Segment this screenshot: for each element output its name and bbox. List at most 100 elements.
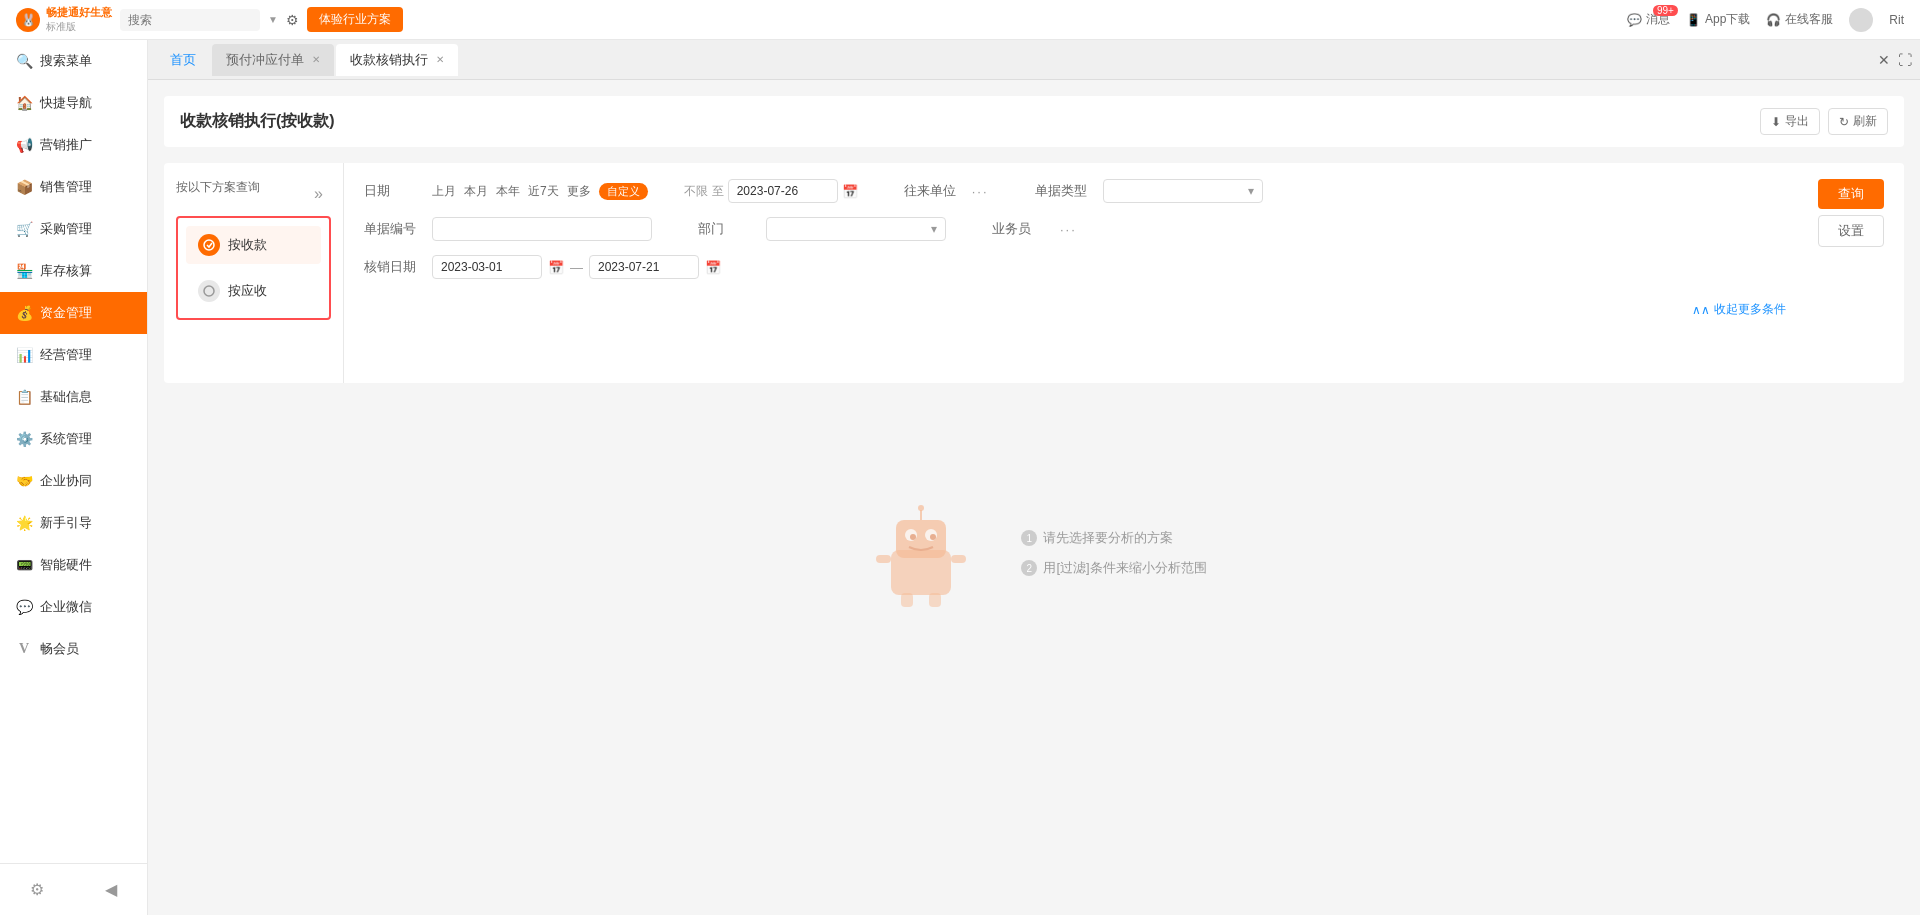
svg-point-6: [910, 534, 916, 540]
brand-name: 畅捷通好生意: [46, 5, 112, 20]
page-header: 收款核销执行(按收款) ⬇ 导出 ↻ 刷新: [164, 96, 1904, 147]
sidebar-item-operations[interactable]: 📊 经营管理: [0, 334, 147, 376]
sidebar-item-hardware[interactable]: 📟 智能硬件: [0, 544, 147, 586]
home-icon: 🏠: [16, 95, 32, 111]
filter-settings-button[interactable]: 设置: [1818, 215, 1884, 247]
query-button[interactable]: 查询: [1818, 179, 1884, 209]
close-window-icon[interactable]: ✕: [1878, 52, 1890, 68]
refresh-icon: ↻: [1839, 115, 1849, 129]
sidebar-item-sales[interactable]: 📦 销售管理: [0, 166, 147, 208]
filter-option-by-receivable[interactable]: 按应收: [186, 272, 321, 310]
app-download-btn[interactable]: 📱 App下载: [1686, 11, 1750, 28]
settings-icon[interactable]: ⚙: [286, 12, 299, 28]
sidebar-item-quick-nav[interactable]: 🏠 快捷导航: [0, 82, 147, 124]
maximize-icon[interactable]: ⛶: [1898, 52, 1912, 68]
verify-date-separator: —: [570, 260, 583, 275]
tab-close-active-icon[interactable]: ✕: [436, 54, 444, 65]
tab-close-icon[interactable]: ✕: [312, 54, 320, 65]
sidebar-item-member[interactable]: V 畅会员: [0, 628, 147, 670]
messages-btn[interactable]: 💬 消息 99+: [1627, 11, 1670, 28]
top-bar-right: 💬 消息 99+ 📱 App下载 🎧 在线客服 Rit: [1627, 8, 1904, 32]
calendar-icon[interactable]: 📅: [842, 184, 858, 199]
hardware-icon: 📟: [16, 557, 32, 573]
filter-options: 按收款 按应收: [186, 226, 321, 310]
export-button[interactable]: ⬇ 导出: [1760, 108, 1820, 135]
tab-collection-label: 收款核销执行: [350, 51, 428, 69]
sidebar-item-finance[interactable]: 💰 资金管理: [0, 292, 147, 334]
filter-option-by-collection[interactable]: 按收款: [186, 226, 321, 264]
sidebar-item-system[interactable]: ⚙️ 系统管理: [0, 418, 147, 460]
tab-prepay[interactable]: 预付冲应付单 ✕: [212, 44, 334, 76]
department-select[interactable]: ▾: [766, 217, 946, 241]
salesperson-dots[interactable]: ···: [1060, 222, 1077, 237]
sidebar-item-marketing[interactable]: 📢 营销推广: [0, 124, 147, 166]
svg-point-0: [204, 240, 214, 250]
brand: 🐰 畅捷通好生意 标准版: [16, 5, 112, 34]
doc-number-input[interactable]: [432, 217, 652, 241]
guide-icon: 🌟: [16, 515, 32, 531]
doc-type-select[interactable]: ▾: [1103, 179, 1263, 203]
trial-btn[interactable]: 体验行业方案: [307, 7, 403, 32]
shortcut-last-7-days[interactable]: 近7天: [528, 183, 559, 200]
shortcut-this-year[interactable]: 本年: [496, 183, 520, 200]
sidebar-item-purchase[interactable]: 🛒 采购管理: [0, 208, 147, 250]
sidebar-item-basics[interactable]: 📋 基础信息: [0, 376, 147, 418]
sidebar: 🔍 搜索菜单 🏠 快捷导航 📢 营销推广 📦 销售管理 🛒 采购管理 🏪 库存核…: [0, 40, 148, 915]
verify-end-cal-icon[interactable]: 📅: [705, 260, 721, 275]
sidebar-label: 基础信息: [40, 388, 92, 406]
sidebar-label: 智能硬件: [40, 556, 92, 574]
sidebar-collapse-icon[interactable]: ◀: [97, 872, 125, 907]
refresh-button[interactable]: ↻ 刷新: [1828, 108, 1888, 135]
export-label: 导出: [1785, 113, 1809, 130]
collapse-left-btn[interactable]: »: [306, 181, 331, 207]
sidebar-item-guide[interactable]: 🌟 新手引导: [0, 502, 147, 544]
sidebar-item-cooperation[interactable]: 🤝 企业协同: [0, 460, 147, 502]
svg-point-7: [930, 534, 936, 540]
step-2-num: 2: [1021, 560, 1037, 576]
robot-illustration: [861, 495, 981, 615]
username[interactable]: Rit: [1889, 13, 1904, 27]
salesperson-label: 业务员: [992, 220, 1044, 238]
member-icon: V: [16, 641, 32, 657]
chevron-down-icon[interactable]: ▼: [268, 14, 278, 25]
sidebar-label: 销售管理: [40, 178, 92, 196]
department-label: 部门: [698, 220, 750, 238]
sales-icon: 📦: [16, 179, 32, 195]
tab-bar-actions: ✕ ⛶: [1878, 52, 1912, 68]
chevron-down-icon: ▾: [931, 222, 937, 236]
verify-date-group: 📅 — 📅: [432, 255, 721, 279]
headset-icon: 🎧: [1766, 13, 1781, 27]
verify-start-cal-icon[interactable]: 📅: [548, 260, 564, 275]
collapse-more-btn[interactable]: ∧∧ 收起更多条件: [1692, 301, 1786, 318]
app-icon: 📱: [1686, 13, 1701, 27]
sidebar-item-search[interactable]: 🔍 搜索菜单: [0, 40, 147, 82]
filter-left-panel: 按以下方案查询 » 按收款: [164, 163, 344, 383]
tab-collection[interactable]: 收款核销执行 ✕: [336, 44, 458, 76]
sidebar-item-wechat[interactable]: 💬 企业微信: [0, 586, 147, 628]
shortcut-this-month[interactable]: 本月: [464, 183, 488, 200]
verify-date-start-input[interactable]: [432, 255, 542, 279]
tab-bar: 首页 预付冲应付单 ✕ 收款核销执行 ✕ ✕ ⛶: [148, 40, 1920, 80]
page-actions: ⬇ 导出 ↻ 刷新: [1760, 108, 1888, 135]
sidebar-label: 搜索菜单: [40, 52, 92, 70]
top-search-input[interactable]: [120, 9, 260, 31]
finance-icon: 💰: [16, 305, 32, 321]
shortcut-more[interactable]: 更多: [567, 183, 591, 200]
tab-home[interactable]: 首页: [156, 44, 210, 76]
filter-section-title: 按以下方案查询: [176, 175, 260, 200]
messages-badge: 99+: [1653, 5, 1678, 16]
sidebar-item-inventory[interactable]: 🏪 库存核算: [0, 250, 147, 292]
sidebar-label: 企业微信: [40, 598, 92, 616]
shortcut-last-month[interactable]: 上月: [432, 183, 456, 200]
filter-row-1: 日期 上月 本月 本年 近7天 更多 自定义: [364, 179, 1786, 203]
verify-date-end-input[interactable]: [589, 255, 699, 279]
sidebar-label: 采购管理: [40, 220, 92, 238]
online-service-btn[interactable]: 🎧 在线客服: [1766, 11, 1833, 28]
custom-tag[interactable]: 自定义: [599, 183, 648, 200]
date-end-input[interactable]: [728, 179, 838, 203]
page-title: 收款核销执行(按收款): [180, 111, 335, 132]
counterpart-dots[interactable]: ···: [972, 184, 989, 199]
sidebar-settings-icon[interactable]: ⚙: [22, 872, 52, 907]
counterpart-label: 往来单位: [904, 182, 956, 200]
tab-home-label: 首页: [170, 51, 196, 69]
